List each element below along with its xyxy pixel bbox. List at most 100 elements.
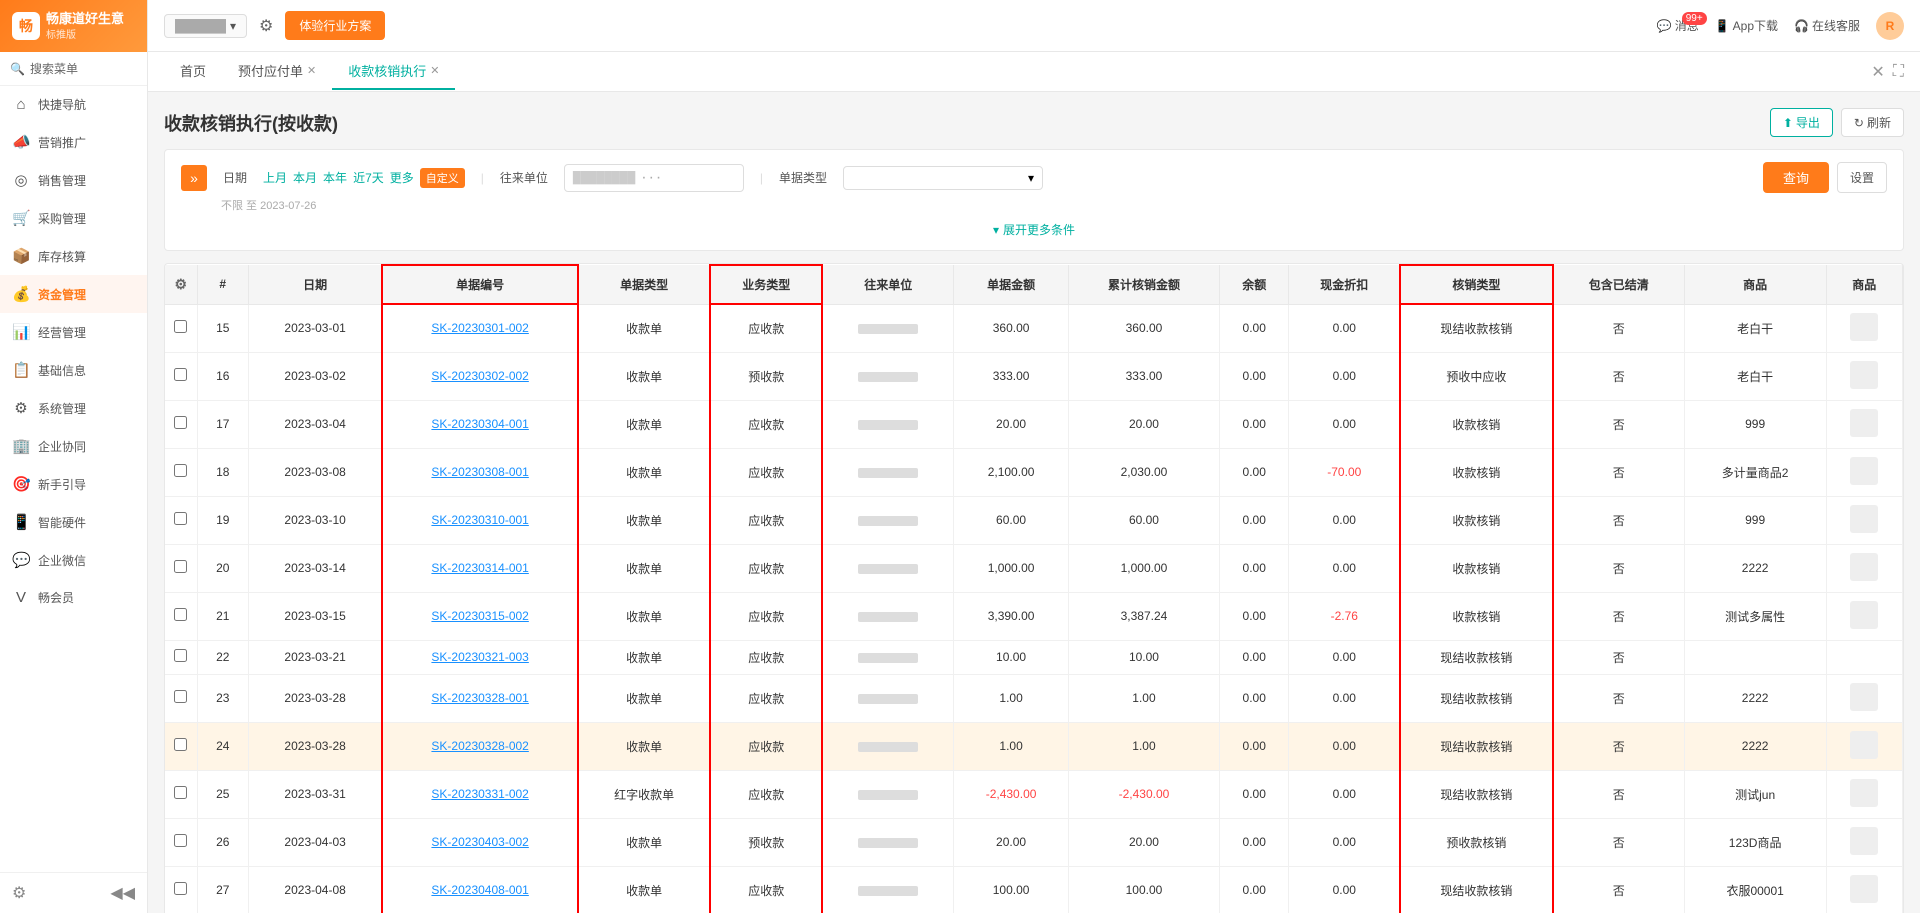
cell-amount: 1.00 xyxy=(954,722,1069,770)
sidebar-item-purchase[interactable]: 🛒 采购管理 xyxy=(0,199,147,237)
receipt-no-link[interactable]: SK-20230308-001 xyxy=(431,465,528,479)
date-this-month[interactable]: 本月 xyxy=(293,169,317,186)
export-button[interactable]: ⬆ 导出 xyxy=(1770,108,1833,137)
receipt-no-link[interactable]: SK-20230328-002 xyxy=(431,739,528,753)
tab-home[interactable]: 首页 xyxy=(164,53,222,90)
table-row[interactable]: 23 2023-03-28 SK-20230328-001 收款单 应收款 1.… xyxy=(165,674,1903,722)
workspace-select[interactable]: ██████ ▾ xyxy=(164,14,247,38)
table-row[interactable]: 24 2023-03-28 SK-20230328-002 收款单 应收款 1.… xyxy=(165,722,1903,770)
settings-gear-icon[interactable]: ⚙ xyxy=(12,883,26,903)
table-row[interactable]: 18 2023-03-08 SK-20230308-001 收款单 应收款 2,… xyxy=(165,448,1903,496)
cell-checkbox[interactable] xyxy=(165,592,197,640)
cell-checkbox[interactable] xyxy=(165,770,197,818)
receipt-no-link[interactable]: SK-20230408-001 xyxy=(431,883,528,897)
table-row[interactable]: 25 2023-03-31 SK-20230331-002 红字收款单 应收款 … xyxy=(165,770,1903,818)
cell-cancel-type: 收款核销 xyxy=(1400,448,1553,496)
receipt-no-link[interactable]: SK-20230301-002 xyxy=(431,321,528,335)
marketing-icon: 📣 xyxy=(12,133,30,151)
messages-button[interactable]: 💬 消息 99+ xyxy=(1657,17,1699,34)
user-avatar[interactable]: R xyxy=(1876,12,1904,40)
cell-checkbox[interactable] xyxy=(165,304,197,352)
app-download-button[interactable]: 📱 App下载 xyxy=(1715,17,1778,34)
sidebar-item-operations[interactable]: 📊 经营管理 xyxy=(0,313,147,351)
cell-checkbox[interactable] xyxy=(165,674,197,722)
query-button[interactable]: 查询 xyxy=(1763,162,1829,193)
expand-more-btn[interactable]: ▾ 展开更多条件 xyxy=(181,221,1887,238)
sidebar-item-quick-nav[interactable]: ⌂ 快捷导航 xyxy=(0,86,147,123)
date-custom-btn[interactable]: 自定义 xyxy=(420,168,465,188)
sidebar-item-system[interactable]: ⚙ 系统管理 xyxy=(0,389,147,427)
search-menu[interactable]: 🔍 搜索菜单 xyxy=(0,52,147,86)
sidebar-item-basic[interactable]: 📋 基础信息 xyxy=(0,351,147,389)
topbar-gear-icon[interactable]: ⚙ xyxy=(259,16,273,36)
solution-button[interactable]: 体验行业方案 xyxy=(285,11,385,40)
date-last-month[interactable]: 上月 xyxy=(263,169,287,186)
receipt-no-link[interactable]: SK-20230321-003 xyxy=(431,650,528,664)
cell-checkbox[interactable] xyxy=(165,448,197,496)
unit-picker-icon[interactable]: ··· xyxy=(641,169,663,187)
date-7days[interactable]: 近7天 xyxy=(353,169,384,186)
sidebar-item-guide[interactable]: 🎯 新手引导 xyxy=(0,465,147,503)
sidebar-item-member[interactable]: V 畅会员 xyxy=(0,579,147,616)
receipt-no-link[interactable]: SK-20230331-002 xyxy=(431,787,528,801)
unit-input-wrap[interactable]: ████████ ··· xyxy=(564,164,744,192)
cell-product: 多计量商品2 xyxy=(1684,448,1826,496)
cell-checkbox[interactable] xyxy=(165,544,197,592)
table-row[interactable]: 22 2023-03-21 SK-20230321-003 收款单 应收款 10… xyxy=(165,640,1903,674)
cell-checkbox[interactable] xyxy=(165,722,197,770)
tab-prepay[interactable]: 预付应付单 ✕ xyxy=(222,53,332,90)
cell-checkbox[interactable] xyxy=(165,400,197,448)
table-row[interactable]: 17 2023-03-04 SK-20230304-001 收款单 应收款 20… xyxy=(165,400,1903,448)
cell-checkbox[interactable] xyxy=(165,818,197,866)
tab-close-prepay[interactable]: ✕ xyxy=(307,64,316,77)
cell-date: 2023-04-03 xyxy=(248,818,382,866)
receipt-no-link[interactable]: SK-20230310-001 xyxy=(431,513,528,527)
table-row[interactable]: 19 2023-03-10 SK-20230310-001 收款单 应收款 60… xyxy=(165,496,1903,544)
data-table-card: ⚙ # 日期 单据编号 单据类型 业务类型 往来单位 单据金额 累计核销金额 余… xyxy=(164,263,1904,913)
filter-settings-button[interactable]: 设置 xyxy=(1837,162,1887,193)
sidebar-item-marketing[interactable]: 📣 营销推广 xyxy=(0,123,147,161)
tab-close-collection[interactable]: ✕ xyxy=(430,64,439,77)
date-this-year[interactable]: 本年 xyxy=(323,169,347,186)
tab-maximize-button[interactable]: ⛶ xyxy=(1893,62,1904,82)
tab-close-all-button[interactable]: ✕ xyxy=(1871,62,1884,82)
receipt-no-link[interactable]: SK-20230403-002 xyxy=(431,835,528,849)
receipt-no-link[interactable]: SK-20230304-001 xyxy=(431,417,528,431)
cell-index: 21 xyxy=(197,592,248,640)
cell-product-img xyxy=(1826,818,1902,866)
table-row[interactable]: 20 2023-03-14 SK-20230314-001 收款单 应收款 1,… xyxy=(165,544,1903,592)
receipt-no-link[interactable]: SK-20230302-002 xyxy=(431,369,528,383)
sidebar-item-corp[interactable]: 🏢 企业协同 xyxy=(0,427,147,465)
sidebar-item-sales[interactable]: ◎ 销售管理 xyxy=(0,161,147,199)
table-row[interactable]: 15 2023-03-01 SK-20230301-002 收款单 应收款 36… xyxy=(165,304,1903,352)
cell-checkbox[interactable] xyxy=(165,496,197,544)
sidebar-item-inventory[interactable]: 📦 库存核算 xyxy=(0,237,147,275)
cell-checkbox[interactable] xyxy=(165,352,197,400)
receipt-no-link[interactable]: SK-20230314-001 xyxy=(431,561,528,575)
cell-receipt-no: SK-20230321-003 xyxy=(382,640,578,674)
column-settings-icon[interactable]: ⚙ xyxy=(174,276,187,292)
table-row[interactable]: 26 2023-04-03 SK-20230403-002 收款单 预收款 20… xyxy=(165,818,1903,866)
cell-checkbox[interactable] xyxy=(165,640,197,674)
tab-collection[interactable]: 收款核销执行 ✕ xyxy=(332,53,455,90)
table-scroll-container[interactable]: ⚙ # 日期 单据编号 单据类型 业务类型 往来单位 单据金额 累计核销金额 余… xyxy=(165,264,1903,913)
date-more[interactable]: 更多 xyxy=(390,169,414,186)
sidebar-item-wechat[interactable]: 💬 企业微信 xyxy=(0,541,147,579)
cell-checkbox[interactable] xyxy=(165,866,197,913)
receipt-no-link[interactable]: SK-20230315-002 xyxy=(431,609,528,623)
cell-index: 26 xyxy=(197,818,248,866)
receipt-no-link[interactable]: SK-20230328-001 xyxy=(431,691,528,705)
table-row[interactable]: 16 2023-03-02 SK-20230302-002 收款单 预收款 33… xyxy=(165,352,1903,400)
table-row[interactable]: 27 2023-04-08 SK-20230408-001 收款单 应收款 10… xyxy=(165,866,1903,913)
collapse-icon[interactable]: ◀◀ xyxy=(110,883,135,903)
cell-partner xyxy=(822,496,953,544)
cell-receipt-type: 收款单 xyxy=(578,866,710,913)
table-row[interactable]: 21 2023-03-15 SK-20230315-002 收款单 应收款 3,… xyxy=(165,592,1903,640)
filter-expand-button[interactable]: » xyxy=(181,165,207,191)
sidebar-item-finance[interactable]: 💰 资金管理 xyxy=(0,275,147,313)
sidebar-item-hardware[interactable]: 📱 智能硬件 xyxy=(0,503,147,541)
refresh-button[interactable]: ↻ 刷新 xyxy=(1841,108,1904,137)
customer-service-button[interactable]: 🎧 在线客服 xyxy=(1794,17,1860,34)
cell-receipt-type: 收款单 xyxy=(578,674,710,722)
receipt-type-select[interactable]: ▾ xyxy=(843,166,1043,190)
